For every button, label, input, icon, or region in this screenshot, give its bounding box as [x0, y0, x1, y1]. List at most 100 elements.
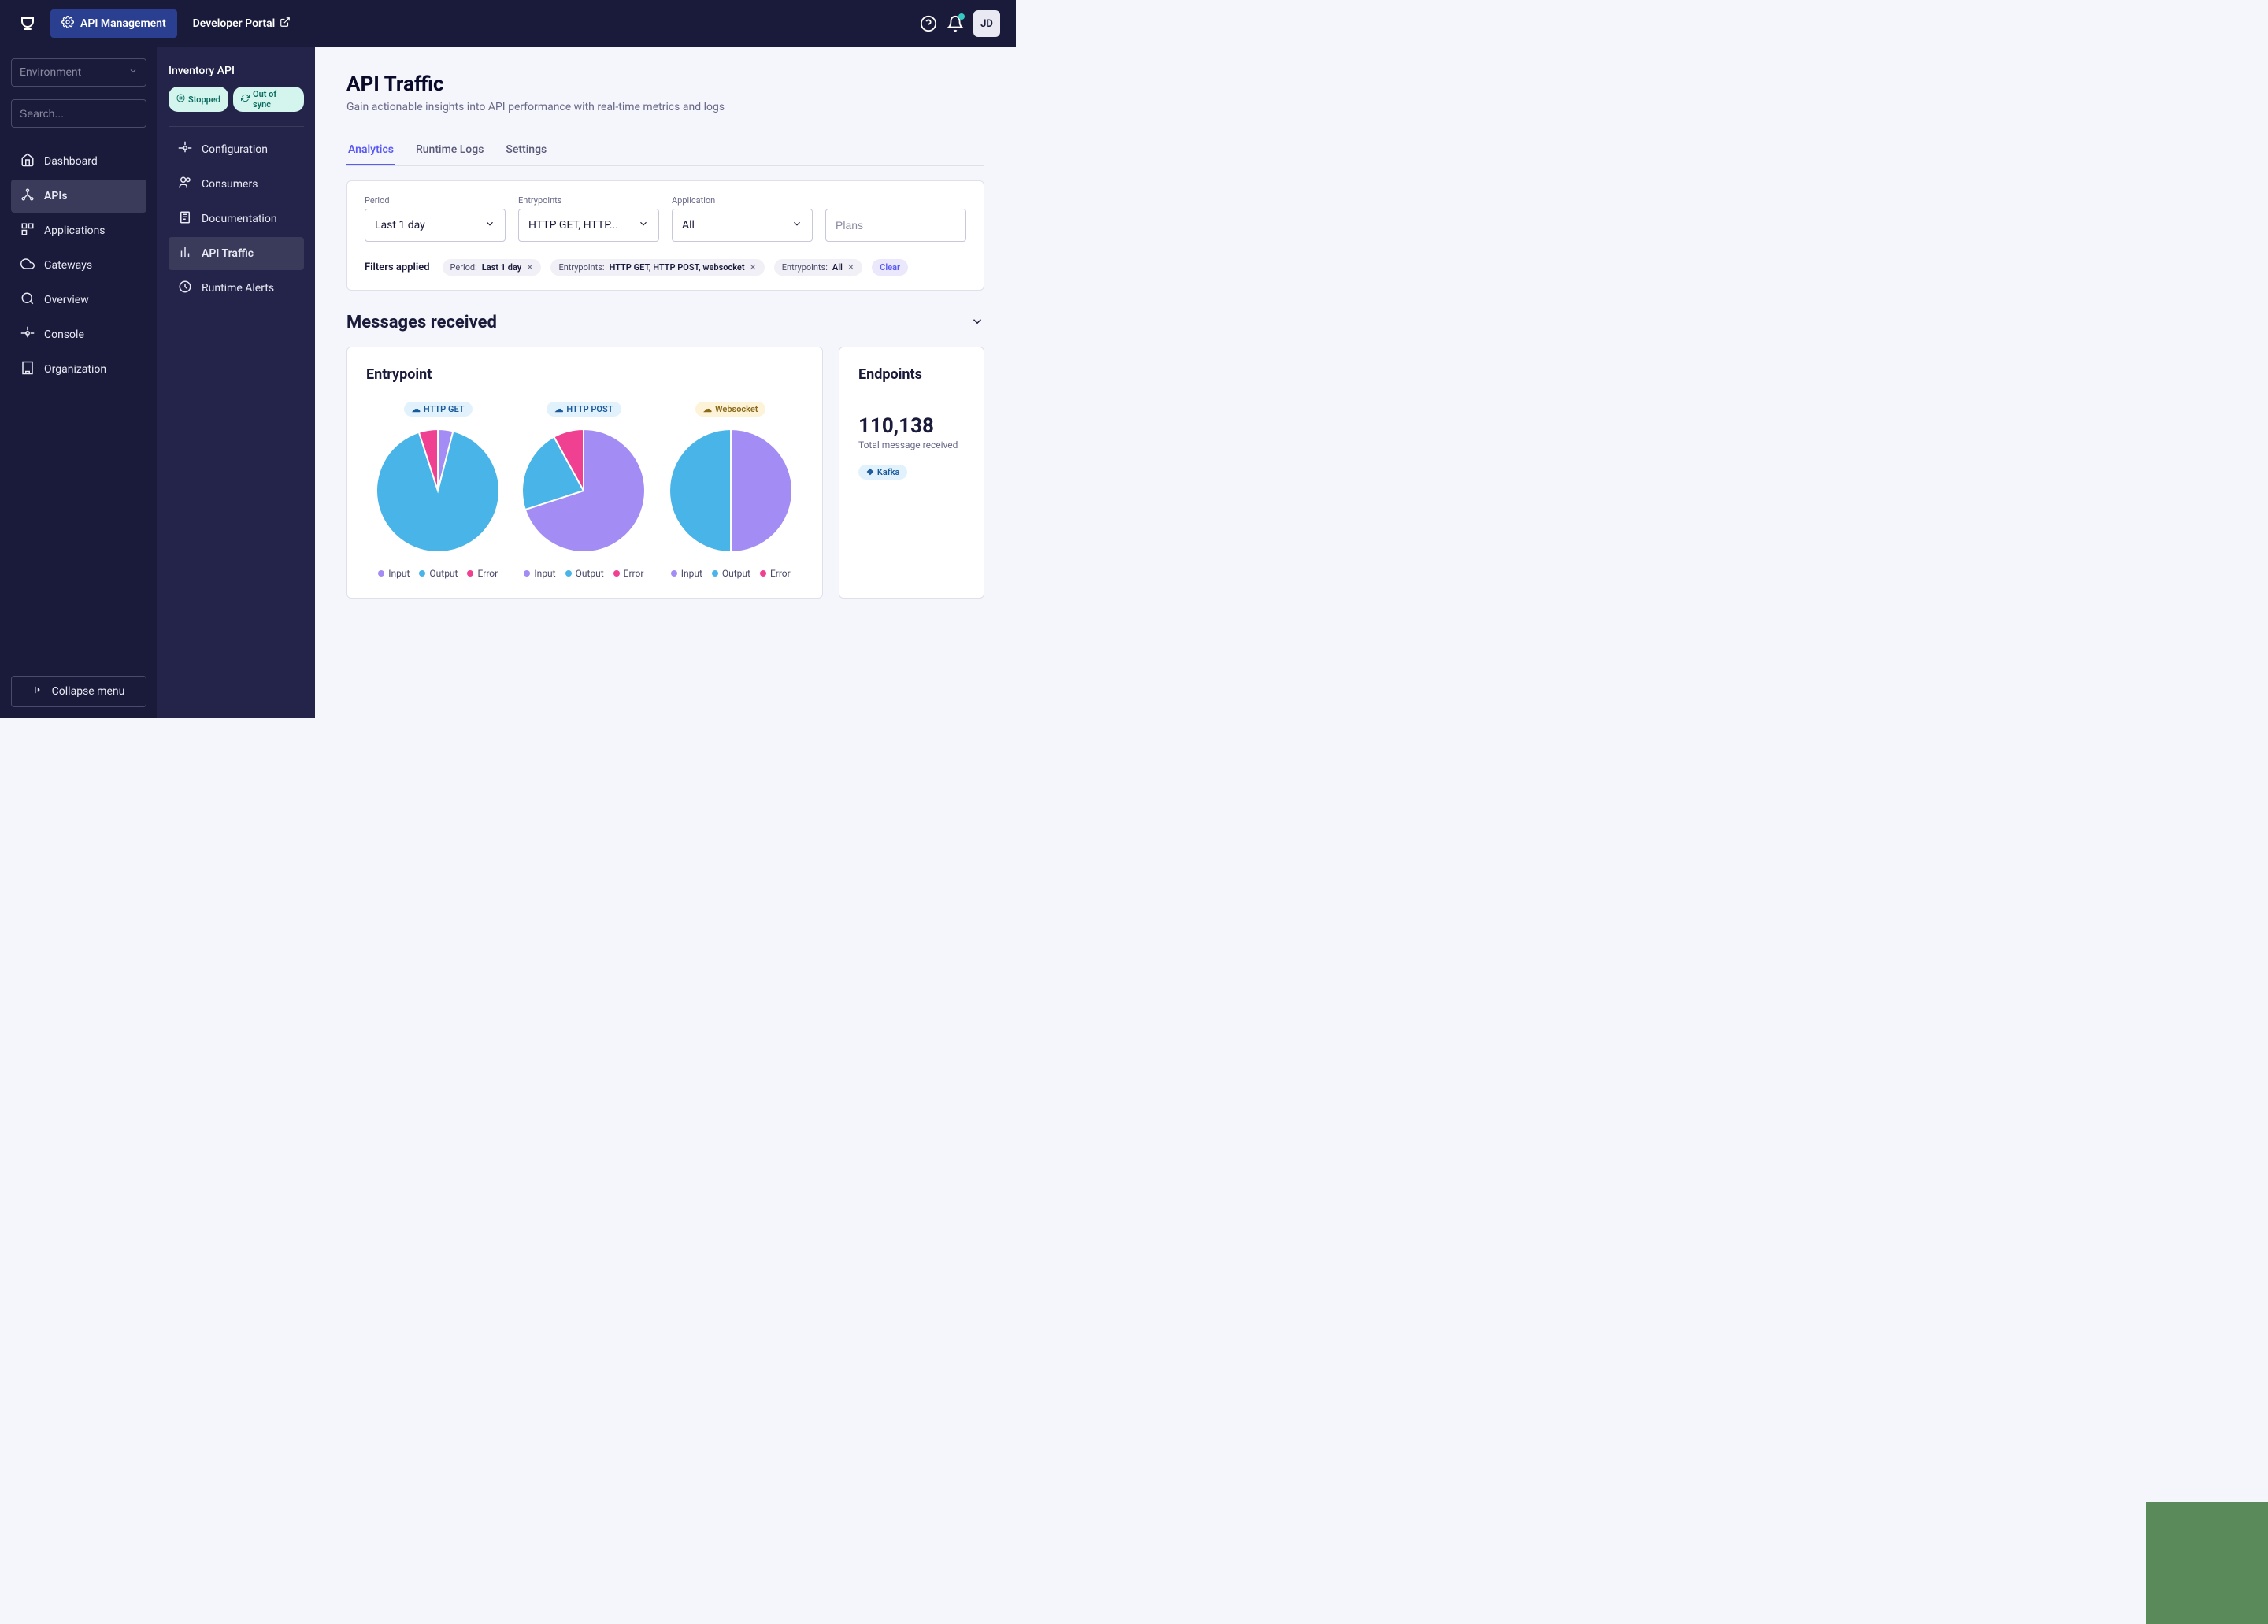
search-input-wrapper[interactable] — [11, 99, 146, 128]
chip-key: Entrypoints: — [782, 262, 828, 273]
messages-received-header[interactable]: Messages received — [346, 313, 984, 332]
filter-value: All — [682, 219, 695, 232]
environment-placeholder: Environment — [20, 66, 81, 79]
sidebar-item-organization[interactable]: Organization — [11, 353, 146, 386]
filters-card: Period Last 1 day Entrypoints HTTP GET, … — [346, 180, 984, 291]
environment-select[interactable]: Environment — [11, 58, 146, 87]
sidebar-item-gateways[interactable]: Gateways — [11, 249, 146, 282]
legend-item-output: Output — [565, 568, 604, 579]
legend-item-error: Error — [613, 568, 644, 579]
filter-input-plans[interactable] — [825, 209, 966, 242]
sidebar-item-applications[interactable]: Applications — [11, 214, 146, 247]
chip-close-button[interactable]: ✕ — [526, 262, 533, 273]
tab-runtime-logs[interactable]: Runtime Logs — [414, 135, 485, 165]
bar-chart-icon — [178, 245, 192, 262]
subnav-label: Documentation — [202, 213, 277, 225]
legend-dot-icon — [419, 570, 425, 577]
pie-title-badge: ☁ HTTP GET — [404, 402, 472, 417]
layers-icon — [20, 222, 35, 239]
subnav-item-configuration[interactable]: Configuration — [169, 133, 304, 166]
entrypoint-icon: ☁ — [554, 404, 563, 414]
pie-chart — [668, 428, 794, 554]
sidebar-item-console[interactable]: Console — [11, 318, 146, 351]
secondary-sidebar: Inventory API Stopped Out of sync Config… — [158, 47, 315, 718]
filter-select-entrypoints[interactable]: HTTP GET, HTTP... — [518, 209, 659, 242]
subnav-item-documentation[interactable]: Documentation — [169, 202, 304, 235]
collapse-menu-button[interactable]: Collapse menu — [11, 676, 146, 707]
api-name: Inventory API — [169, 65, 304, 77]
users-icon — [178, 176, 192, 193]
external-link-icon — [280, 17, 291, 31]
chip-key: Period: — [450, 262, 477, 273]
filter-chip: Entrypoints: All ✕ — [774, 259, 862, 276]
legend-item-error: Error — [760, 568, 791, 579]
product-pill[interactable]: API Management — [50, 9, 177, 38]
filter-select-period[interactable]: Last 1 day — [365, 209, 506, 242]
gear-icon — [20, 326, 35, 343]
tabs: Analytics Runtime Logs Settings — [346, 135, 984, 166]
sidebar-item-dashboard[interactable]: Dashboard — [11, 145, 146, 178]
network-icon — [20, 187, 35, 205]
search-input[interactable] — [20, 107, 162, 120]
content-area: API Traffic Gain actionable insights int… — [315, 47, 1016, 718]
stop-icon — [176, 94, 185, 105]
chip-close-button[interactable]: ✕ — [847, 262, 854, 273]
legend-item-input: Input — [378, 568, 410, 579]
sidebar-item-apis[interactable]: APIs — [11, 180, 146, 213]
legend-dot-icon — [671, 570, 677, 577]
filter-chip: Period: Last 1 day ✕ — [443, 259, 542, 276]
card-title: Entrypoint — [366, 366, 803, 383]
page-subtitle: Gain actionable insights into API perfor… — [346, 101, 984, 113]
filter-label-application: Application — [672, 195, 813, 206]
section-title: Messages received — [346, 313, 497, 332]
notifications-button[interactable] — [942, 10, 969, 37]
sidebar-item-label: APIs — [44, 190, 68, 202]
clear-filters-button[interactable]: Clear — [872, 259, 908, 276]
legend: Input Output Error — [366, 568, 510, 579]
chip-close-button[interactable]: ✕ — [750, 262, 757, 273]
sidebar-item-label: Console — [44, 328, 84, 341]
pie-title: Websocket — [715, 404, 758, 414]
chevron-down-icon — [970, 314, 984, 332]
filter-select-application[interactable]: All — [672, 209, 813, 242]
avatar[interactable]: JD — [973, 10, 1000, 37]
sidebar-item-overview[interactable]: Overview — [11, 284, 146, 317]
page-title: API Traffic — [346, 72, 984, 96]
legend-dot-icon — [378, 570, 384, 577]
clock-icon — [178, 280, 192, 297]
filter-label-entrypoints: Entrypoints — [518, 195, 659, 206]
legend-label: Output — [429, 568, 458, 579]
collapse-label: Collapse menu — [52, 685, 125, 698]
collapse-icon — [33, 684, 44, 699]
legend: Input Output Error — [658, 568, 803, 579]
legend-item-input: Input — [524, 568, 555, 579]
kafka-badge: ❖ Kafka — [858, 465, 907, 480]
card-title: Endpoints — [858, 366, 965, 383]
notification-dot-icon — [958, 13, 965, 20]
subnav-item-consumers[interactable]: Consumers — [169, 168, 304, 201]
legend-dot-icon — [524, 570, 530, 577]
legend: Input Output Error — [510, 568, 658, 579]
developer-portal-label: Developer Portal — [193, 17, 276, 30]
status-badge-outofsync: Out of sync — [233, 87, 304, 112]
pie-title: HTTP POST — [566, 404, 613, 414]
legend-item-output: Output — [712, 568, 750, 579]
chevron-down-icon — [484, 218, 495, 232]
subnav-item-runtime-alerts[interactable]: Runtime Alerts — [169, 272, 304, 305]
developer-portal-link[interactable]: Developer Portal — [193, 17, 291, 31]
tab-settings[interactable]: Settings — [504, 135, 548, 165]
tab-analytics[interactable]: Analytics — [346, 135, 395, 165]
legend-item-error: Error — [467, 568, 498, 579]
green-block — [2146, 1502, 2268, 1624]
chevron-down-icon — [638, 218, 649, 232]
help-button[interactable] — [915, 10, 942, 37]
pie-chart-block: ☁ Websocket Input Output Error — [658, 400, 803, 579]
filter-value: Last 1 day — [375, 219, 425, 232]
legend-label: Output — [576, 568, 604, 579]
legend-item-input: Input — [671, 568, 702, 579]
logo-icon — [16, 12, 39, 35]
chevron-down-icon — [791, 218, 802, 232]
sidebar-item-label: Organization — [44, 363, 106, 376]
legend-label: Input — [534, 568, 555, 579]
subnav-item-api-traffic[interactable]: API Traffic — [169, 237, 304, 270]
